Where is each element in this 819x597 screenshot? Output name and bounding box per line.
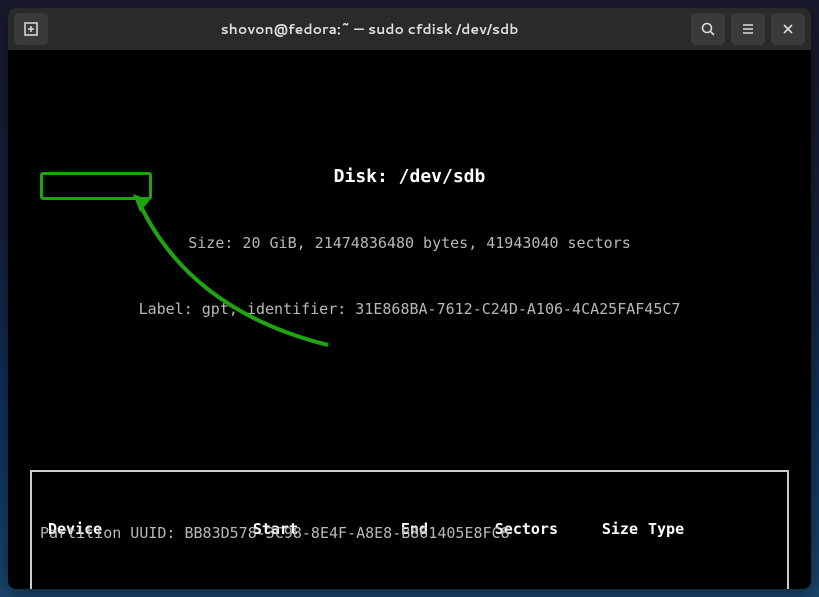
disk-title: Disk: /dev/sdb (8, 166, 811, 188)
disk-label-line: Label: gpt, identifier: 31E868BA-7612-C2… (8, 298, 811, 320)
new-tab-button[interactable] (14, 13, 48, 45)
new-tab-icon (23, 21, 39, 37)
search-button[interactable] (691, 13, 725, 45)
terminal-window: shovon@fedora:~ — sudo cfdisk /dev/sdb D… (8, 8, 811, 589)
terminal-content[interactable]: Disk: /dev/sdb Size: 20 GiB, 21474836480… (8, 50, 811, 589)
close-icon (780, 21, 796, 37)
titlebar: shovon@fedora:~ — sudo cfdisk /dev/sdb (8, 8, 811, 50)
close-button[interactable] (771, 13, 805, 45)
action-menu: [ Delete ] [ Resize ] [ Quit ] [ Type ] … (8, 548, 811, 589)
window-title: shovon@fedora:~ — sudo cfdisk /dev/sdb (54, 19, 685, 39)
disk-size-line: Size: 20 GiB, 21474836480 bytes, 4194304… (8, 232, 811, 254)
partition-uuid: Partition UUID: BB83D578-3C98-8E4F-A8E8-… (40, 522, 779, 544)
menu-button[interactable] (731, 13, 765, 45)
search-icon (700, 21, 716, 37)
disk-header-block: Disk: /dev/sdb Size: 20 GiB, 21474836480… (8, 122, 811, 364)
hamburger-icon (740, 21, 756, 37)
